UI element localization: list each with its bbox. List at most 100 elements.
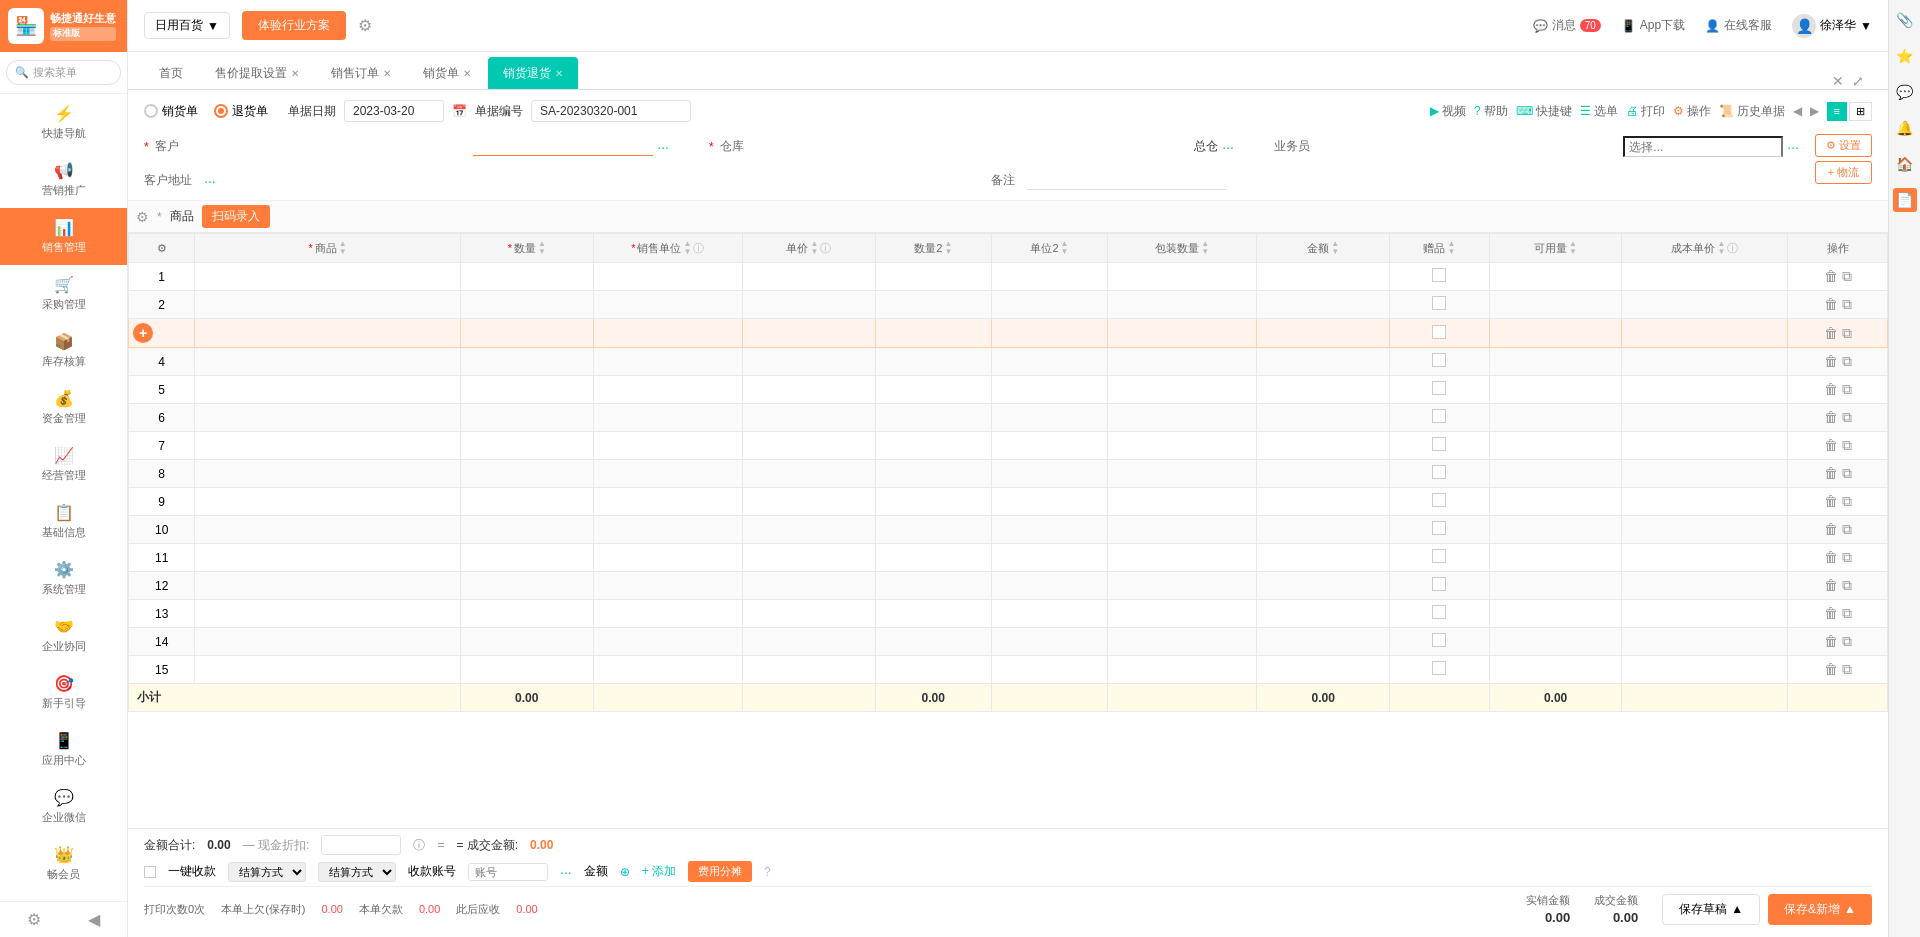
gift-checkbox[interactable] — [1432, 493, 1446, 507]
row-cost-cell[interactable] — [1622, 263, 1788, 291]
row-unit2[interactable] — [991, 656, 1107, 684]
row-unit[interactable] — [593, 291, 742, 319]
search-menu-button[interactable]: 🔍 搜索菜单 — [6, 60, 121, 85]
row-pack[interactable] — [1108, 460, 1257, 488]
row-unit[interactable] — [593, 600, 742, 628]
list-view-btn[interactable]: ≡ — [1827, 102, 1847, 121]
calculation-select[interactable]: 结算方式 — [318, 862, 396, 882]
row-unit[interactable] — [593, 628, 742, 656]
row-qty[interactable] — [460, 348, 593, 376]
row-price[interactable] — [742, 460, 875, 488]
row-amount[interactable] — [1257, 376, 1390, 404]
col-settings[interactable]: ⚙ — [129, 234, 195, 263]
row-pack[interactable] — [1108, 572, 1257, 600]
delete-row-icon[interactable]: 🗑 — [1824, 549, 1838, 566]
sidebar-item-operation[interactable]: 📈 经营管理 — [0, 436, 127, 493]
row-unit[interactable] — [593, 572, 742, 600]
row-cost-cell[interactable] — [1622, 291, 1788, 319]
warehouse-dots-btn[interactable]: ··· — [1222, 139, 1234, 155]
row-unit2[interactable] — [991, 404, 1107, 432]
breadcrumb-select[interactable]: 日用百货 ▼ — [144, 12, 230, 39]
copy-row-icon[interactable]: ⧉ — [1842, 577, 1852, 594]
row-qty2[interactable] — [875, 544, 991, 572]
tab-home[interactable]: 首页 — [144, 57, 198, 89]
row-gift-cell[interactable] — [1390, 376, 1490, 404]
row-amount[interactable] — [1257, 488, 1390, 516]
online-service-action[interactable]: 👤 在线客服 — [1705, 17, 1772, 34]
row-price[interactable] — [742, 628, 875, 656]
row-unit2[interactable] — [991, 460, 1107, 488]
tab-close-icon[interactable]: ✕ — [291, 68, 299, 79]
row-qty[interactable] — [460, 432, 593, 460]
row-unit2[interactable] — [991, 348, 1107, 376]
row-gift-cell[interactable] — [1390, 600, 1490, 628]
calendar-icon[interactable]: 📅 — [452, 104, 467, 118]
staff-input[interactable] — [1623, 136, 1783, 157]
gift-checkbox[interactable] — [1432, 465, 1446, 479]
copy-row-icon[interactable]: ⧉ — [1842, 353, 1852, 370]
row-gift-cell[interactable] — [1390, 460, 1490, 488]
gift-checkbox[interactable] — [1432, 268, 1446, 282]
radio-return-bill[interactable]: 退货单 — [214, 103, 268, 120]
mini-btn-5[interactable]: 🏠 — [1893, 152, 1917, 176]
sidebar-item-wechat[interactable]: 💬 企业微信 — [0, 778, 127, 835]
delete-row-icon[interactable]: 🗑 — [1824, 296, 1838, 313]
row-amount[interactable] — [1257, 263, 1390, 291]
sidebar-item-enterprise[interactable]: 🤝 企业协同 — [0, 607, 127, 664]
copy-row-icon[interactable]: ⧉ — [1842, 268, 1852, 285]
row-pack[interactable] — [1108, 348, 1257, 376]
help-btn[interactable]: ? 帮助 — [1474, 103, 1508, 120]
tab-sales[interactable]: 销货单 ✕ — [408, 57, 486, 89]
copy-row-icon[interactable]: ⧉ — [1842, 661, 1852, 678]
row-product-cell[interactable] — [195, 460, 461, 488]
row-product-cell[interactable] — [195, 432, 461, 460]
row-gift-cell[interactable] — [1390, 319, 1490, 348]
copy-row-icon[interactable]: ⧉ — [1842, 633, 1852, 650]
sidebar-search-area[interactable]: 🔍 搜索菜单 — [0, 52, 127, 94]
sidebar-item-vip[interactable]: 👑 畅会员 — [0, 835, 127, 892]
delete-row-icon[interactable]: 🗑 — [1824, 353, 1838, 370]
customer-input[interactable] — [473, 137, 653, 156]
delete-row-icon[interactable]: 🗑 — [1824, 437, 1838, 454]
collapse-btn[interactable]: ◀ — [88, 910, 100, 929]
bill-number-input[interactable] — [531, 100, 691, 122]
copy-row-icon[interactable]: ⧉ — [1842, 409, 1852, 426]
sidebar-item-finance[interactable]: 💰 资金管理 — [0, 379, 127, 436]
remark-input[interactable] — [1027, 171, 1227, 190]
video-btn[interactable]: ▶ 视频 — [1430, 103, 1466, 120]
row-cost-cell[interactable] — [1622, 572, 1788, 600]
row-cost-cell[interactable] — [1622, 460, 1788, 488]
delete-row-icon[interactable]: 🗑 — [1824, 465, 1838, 482]
copy-row-icon[interactable]: ⧉ — [1842, 493, 1852, 510]
row-avail-cell[interactable] — [1489, 488, 1622, 516]
row-avail-cell[interactable] — [1489, 432, 1622, 460]
add-row-btn[interactable]: + — [133, 323, 153, 343]
row-avail-cell[interactable] — [1489, 404, 1622, 432]
row-qty2[interactable] — [875, 488, 991, 516]
row-unit2[interactable] — [991, 319, 1107, 348]
sidebar-item-marketing[interactable]: 📢 营销推广 — [0, 151, 127, 208]
row-qty[interactable] — [460, 656, 593, 684]
settlement-select[interactable]: 结算方式 — [228, 862, 306, 882]
radio-sales-bill[interactable]: 销货单 — [144, 103, 198, 120]
mini-btn-2[interactable]: ⭐ — [1893, 44, 1917, 68]
row-price[interactable] — [742, 544, 875, 572]
copy-row-icon[interactable]: ⧉ — [1842, 549, 1852, 566]
settings-gear-icon[interactable]: ⚙ — [358, 16, 372, 35]
row-unit[interactable] — [593, 376, 742, 404]
copy-row-icon[interactable]: ⧉ — [1842, 521, 1852, 538]
row-amount[interactable] — [1257, 516, 1390, 544]
app-download-action[interactable]: 📱 App下载 — [1621, 17, 1685, 34]
row-amount[interactable] — [1257, 460, 1390, 488]
delete-row-icon[interactable]: 🗑 — [1824, 633, 1838, 650]
row-cost-cell[interactable] — [1622, 488, 1788, 516]
expand-window-button[interactable]: ⤢ — [1852, 73, 1864, 89]
gift-checkbox[interactable] — [1432, 437, 1446, 451]
row-qty2[interactable] — [875, 376, 991, 404]
row-amount[interactable] — [1257, 291, 1390, 319]
delete-row-icon[interactable]: 🗑 — [1824, 577, 1838, 594]
scan-input-button[interactable]: 扫码录入 — [202, 205, 270, 228]
row-cost-cell[interactable] — [1622, 516, 1788, 544]
grid-view-btn[interactable]: ⊞ — [1849, 102, 1872, 121]
operate-btn[interactable]: ⚙ 操作 — [1673, 103, 1711, 120]
